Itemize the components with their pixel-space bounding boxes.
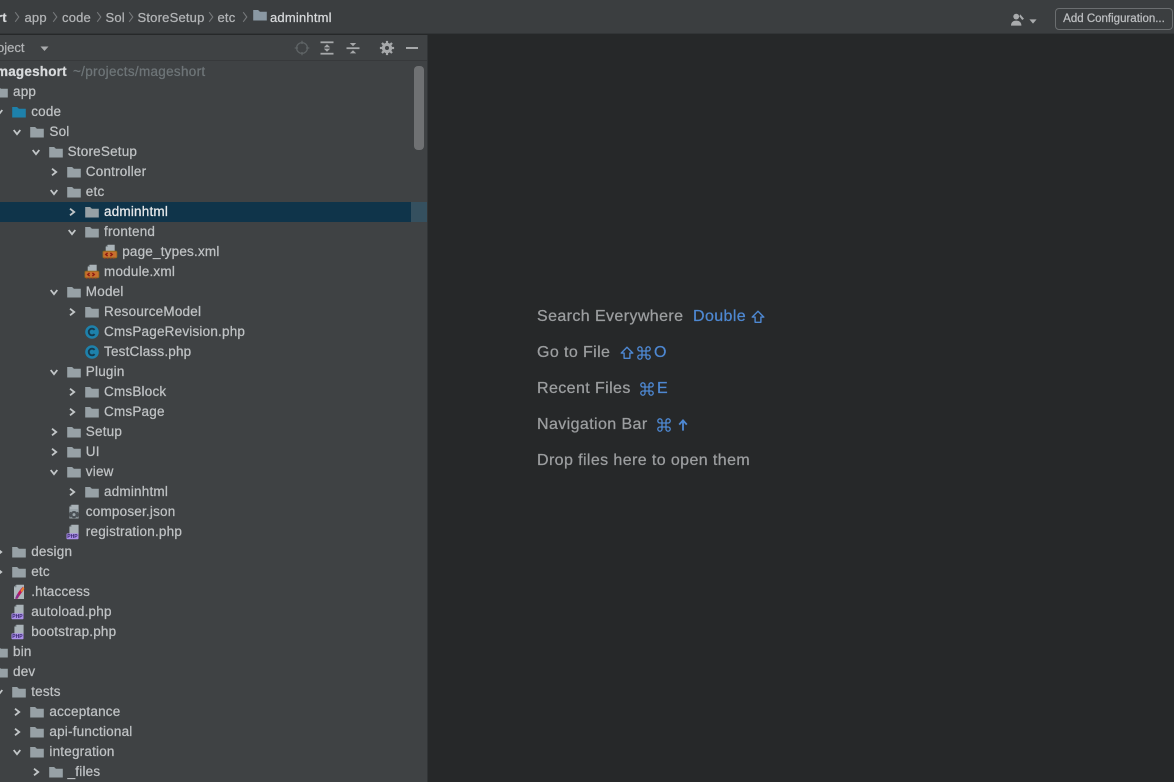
svg-text:PHP: PHP xyxy=(67,534,78,540)
svg-text:PHP: PHP xyxy=(12,614,23,620)
svg-text:PHP: PHP xyxy=(12,634,23,640)
